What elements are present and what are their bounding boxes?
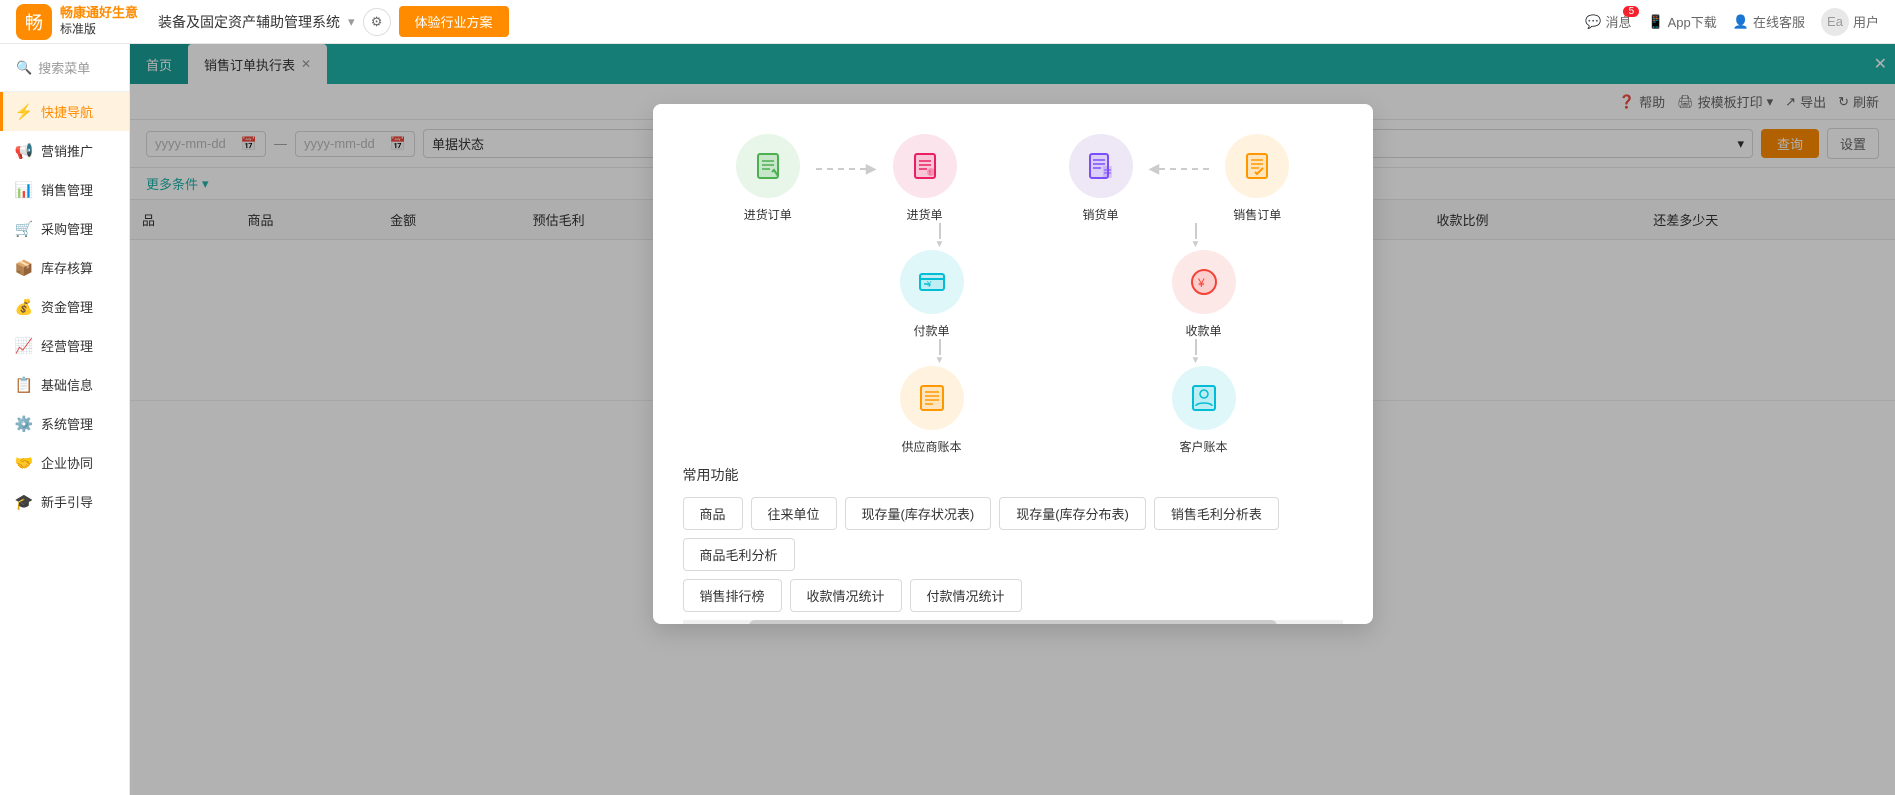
phone-icon: 📱 xyxy=(1647,14,1663,30)
logo-icon: 畅 xyxy=(16,4,52,40)
svg-text:¥: ¥ xyxy=(1197,276,1205,290)
avatar: Ea xyxy=(1821,8,1849,36)
flow-node-receipt-order[interactable]: ¥ 收款单 xyxy=(1172,250,1236,339)
service-icon: 👤 xyxy=(1733,14,1749,30)
sales-order-circle xyxy=(1225,134,1289,198)
operations-icon: 📈 xyxy=(15,337,33,355)
func-btn-inventory-dist[interactable]: 现存量(库存分布表) xyxy=(999,497,1146,530)
message-icon: 💬 xyxy=(1585,14,1601,30)
search-icon: 🔍 xyxy=(16,60,32,76)
sidebar-nav-item-inventory[interactable]: 📦 库存核算 xyxy=(0,248,129,287)
func-btn-sales-gross[interactable]: 销售毛利分析表 xyxy=(1154,497,1279,530)
system-name: 装备及固定资产辅助管理系统 xyxy=(158,12,340,32)
func-btn-sales-ranking[interactable]: 销售排行榜 xyxy=(683,579,782,612)
flow-node-customer-account[interactable]: 客户账本 xyxy=(1172,366,1236,455)
app-download-button[interactable]: 📱 App下载 xyxy=(1647,12,1716,31)
customer-account-circle xyxy=(1172,366,1236,430)
try-button[interactable]: 体验行业方案 xyxy=(399,6,509,37)
sidebar-nav-item-basic-info[interactable]: 📋 基础信息 xyxy=(0,365,129,404)
flow-node-sales-bill[interactable]: 销货单 xyxy=(1069,134,1133,223)
enterprise-icon: 🤝 xyxy=(15,454,33,472)
sidebar-nav-item-newbie[interactable]: 🎓 新手引导 xyxy=(0,482,129,521)
sidebar-nav-item-quick-nav[interactable]: ⚡ 快捷导航 xyxy=(0,92,129,131)
sidebar-nav-item-system[interactable]: ⚙️ 系统管理 xyxy=(0,404,129,443)
modal-scrollbar[interactable] xyxy=(683,620,1343,624)
func-buttons-row2: 销售排行榜 收款情况统计 付款情况统计 xyxy=(683,579,1343,612)
modal-scrollbar-thumb xyxy=(749,620,1277,624)
settings-icon[interactable]: ⚙ xyxy=(363,8,391,36)
modal-body: 进货订单 ▶ xyxy=(653,104,1373,624)
func-btn-partners[interactable]: 往来单位 xyxy=(751,497,837,530)
supplier-account-circle xyxy=(900,366,964,430)
content-area: 首页 销售订单执行表 ✕ ✕ ❓ 帮助 🖨 按模板打印 xyxy=(130,44,1895,795)
sidebar-nav-item-finance[interactable]: 💰 资金管理 xyxy=(0,287,129,326)
common-functions: 常用功能 商品 往来单位 现存量(库存状况表) 现存量(库存分布表) 销售毛利分… xyxy=(683,465,1343,612)
sidebar-nav-item-marketing[interactable]: 📢 营销推广 xyxy=(0,131,129,170)
finance-icon: 💰 xyxy=(15,298,33,316)
user-menu[interactable]: Ea 用户 xyxy=(1821,8,1879,36)
message-badge: 5 xyxy=(1623,6,1639,17)
sidebar-nav-item-operations[interactable]: 📈 经营管理 xyxy=(0,326,129,365)
flow-node-purchase-order[interactable]: 进货订单 xyxy=(736,134,800,223)
func-btn-product[interactable]: 商品 xyxy=(683,497,743,530)
sidebar-nav-item-purchase[interactable]: 🛒 采购管理 xyxy=(0,209,129,248)
system-selector: 装备及固定资产辅助管理系统 ▾ ⚙ 体验行业方案 xyxy=(158,6,1585,37)
flow-node-supplier-account[interactable]: 供应商账本 xyxy=(900,366,964,455)
quick-nav-icon: ⚡ xyxy=(15,103,33,121)
app-logo: 畅 畅康通好生意 标准版 xyxy=(16,4,138,40)
func-btn-product-gross[interactable]: 商品毛利分析 xyxy=(683,538,795,571)
inventory-icon: 📦 xyxy=(15,259,33,277)
flow-node-sales-order[interactable]: 销售订单 xyxy=(1225,134,1289,223)
sidebar-nav-item-sales[interactable]: 📊 销售管理 xyxy=(0,170,129,209)
message-button[interactable]: 💬 消息 5 xyxy=(1585,12,1631,31)
payment-order-circle: ¥ xyxy=(900,250,964,314)
logo-text: 畅康通好生意 标准版 xyxy=(60,5,138,37)
func-btn-payment-stats[interactable]: 付款情况统计 xyxy=(910,579,1022,612)
sidebar-nav-item-enterprise[interactable]: 🤝 企业协同 xyxy=(0,443,129,482)
svg-text:!: ! xyxy=(929,170,931,177)
purchase-order-circle xyxy=(736,134,800,198)
purchase-bill-circle: ! xyxy=(893,134,957,198)
system-icon: ⚙️ xyxy=(15,415,33,433)
svg-text:¥: ¥ xyxy=(926,280,932,289)
flow-node-purchase-bill[interactable]: ! 进货单 xyxy=(893,134,957,223)
system-dropdown-icon[interactable]: ▾ xyxy=(348,14,355,30)
marketing-icon: 📢 xyxy=(15,142,33,160)
newbie-icon: 🎓 xyxy=(15,493,33,511)
flow-node-payment-order[interactable]: ¥ 付款单 xyxy=(900,250,964,339)
topbar-right: 💬 消息 5 📱 App下载 👤 在线客服 Ea 用户 xyxy=(1585,8,1879,36)
receipt-order-circle: ¥ xyxy=(1172,250,1236,314)
online-service-button[interactable]: 👤 在线客服 xyxy=(1733,12,1805,31)
func-btn-receipt-stats[interactable]: 收款情况统计 xyxy=(790,579,902,612)
func-buttons-row1: 商品 往来单位 现存量(库存状况表) 现存量(库存分布表) 销售毛利分析表 商品… xyxy=(683,497,1343,571)
sales-icon: 📊 xyxy=(15,181,33,199)
sales-bill-circle xyxy=(1069,134,1133,198)
common-functions-title: 常用功能 xyxy=(683,465,1343,485)
func-btn-inventory-status[interactable]: 现存量(库存状况表) xyxy=(845,497,992,530)
purchase-icon: 🛒 xyxy=(15,220,33,238)
modal-overlay: 进货订单 ▶ xyxy=(130,44,1895,795)
basic-info-icon: 📋 xyxy=(15,376,33,394)
sidebar: 🔍 搜索菜单 ⚡ 快捷导航 📢 营销推广 📊 销售管理 🛒 采购管理 xyxy=(0,44,130,795)
flow-modal: 进货订单 ▶ xyxy=(653,104,1373,624)
sidebar-search[interactable]: 🔍 搜索菜单 xyxy=(0,44,129,92)
